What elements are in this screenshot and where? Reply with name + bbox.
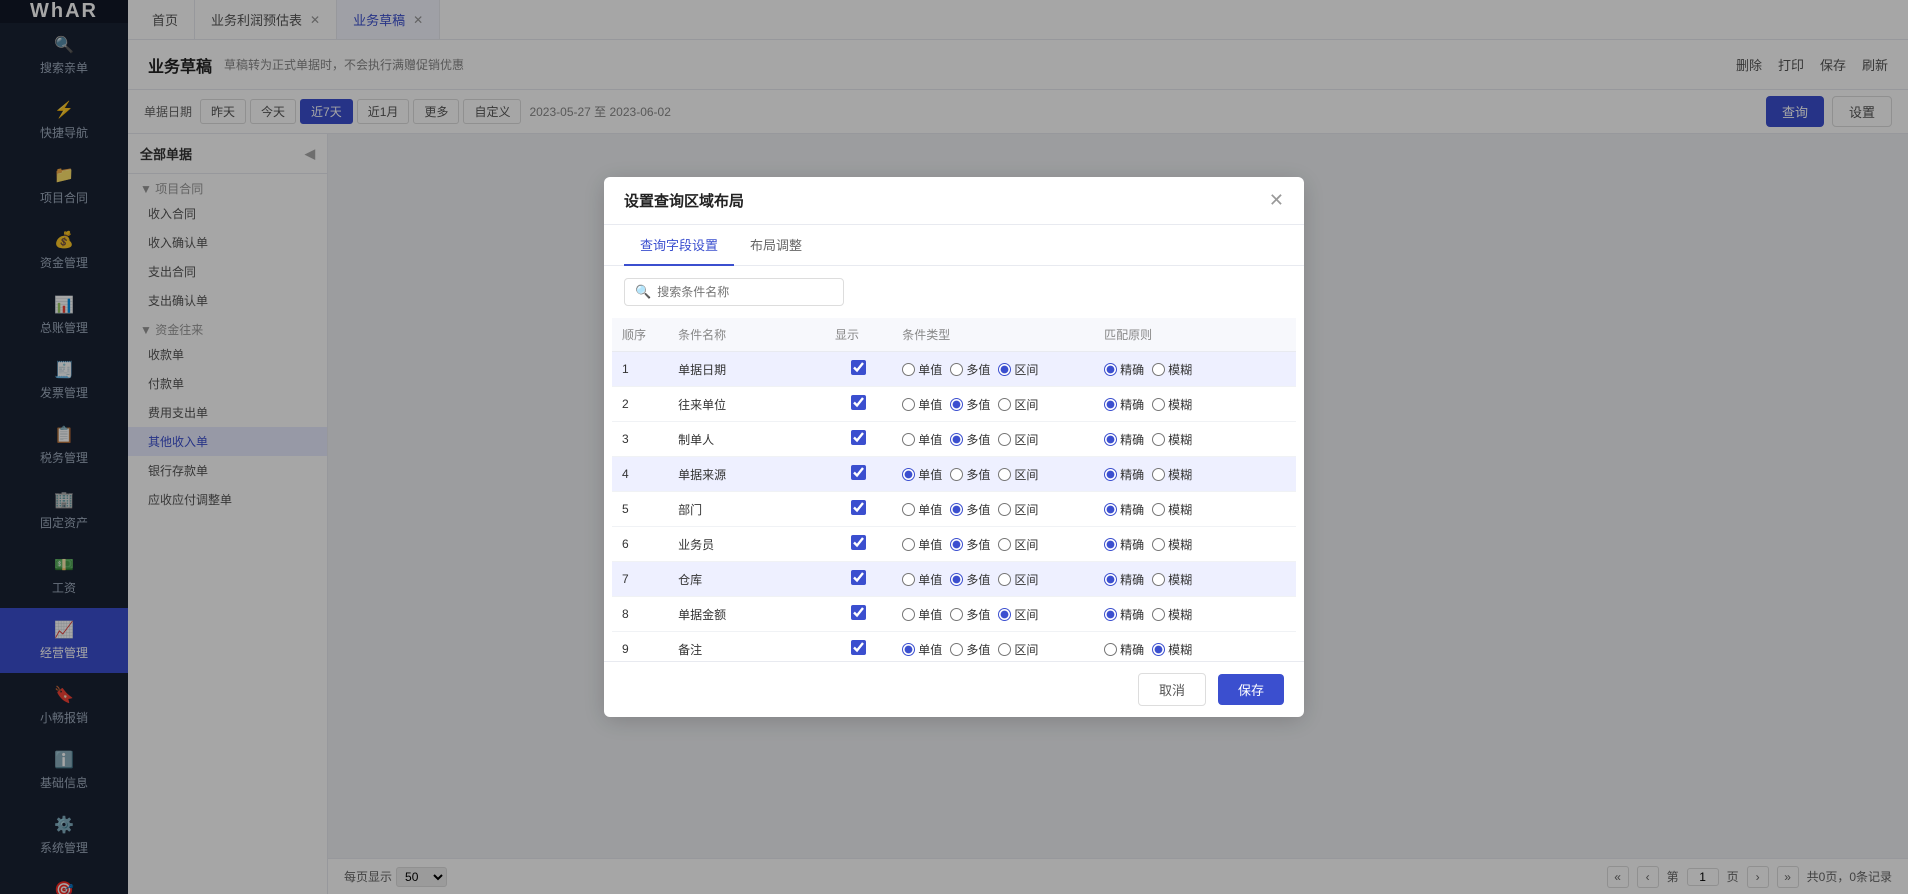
dialog-save-button[interactable]: 保存 (1218, 674, 1284, 705)
cell-type: 单值 多值 区间 (892, 527, 1094, 562)
dialog-table-wrapper: 顺序 条件名称 显示 条件类型 匹配原则 1单据日期 单值 多值 区间 精确 模… (604, 318, 1304, 661)
dialog-title: 设置查询区域布局 (624, 190, 1269, 211)
cell-match: 精确 模糊 (1094, 457, 1296, 492)
show-checkbox[interactable] (851, 640, 866, 655)
cell-match: 精确 模糊 (1094, 562, 1296, 597)
dialog-tabs: 查询字段设置布局调整 (604, 225, 1304, 266)
cell-show[interactable] (825, 632, 892, 662)
cell-show[interactable] (825, 387, 892, 422)
cell-show[interactable] (825, 527, 892, 562)
cell-order: 1 (612, 352, 668, 387)
cell-order: 7 (612, 562, 668, 597)
show-checkbox[interactable] (851, 360, 866, 375)
cell-match: 精确 模糊 (1094, 492, 1296, 527)
cell-name: 业务员 (668, 527, 825, 562)
show-checkbox[interactable] (851, 430, 866, 445)
table-row: 3制单人 单值 多值 区间 精确 模糊 (612, 422, 1296, 457)
cell-order: 2 (612, 387, 668, 422)
cell-order: 6 (612, 527, 668, 562)
cell-match: 精确 模糊 (1094, 597, 1296, 632)
cell-type: 单值 多值 区间 (892, 352, 1094, 387)
cell-name: 往来单位 (668, 387, 825, 422)
cell-order: 4 (612, 457, 668, 492)
search-icon: 🔍 (635, 284, 651, 300)
cell-type: 单值 多值 区间 (892, 597, 1094, 632)
dialog-search-area: 🔍 (604, 266, 1304, 318)
cancel-button[interactable]: 取消 (1138, 673, 1206, 706)
cell-name: 部门 (668, 492, 825, 527)
dialog-close-button[interactable]: ✕ (1269, 190, 1284, 211)
show-checkbox[interactable] (851, 570, 866, 585)
cell-match: 精确 模糊 (1094, 387, 1296, 422)
table-row: 4单据来源 单值 多值 区间 精确 模糊 (612, 457, 1296, 492)
cell-name: 备注 (668, 632, 825, 662)
dialog-tab-布局调整[interactable]: 布局调整 (734, 225, 818, 266)
cell-show[interactable] (825, 562, 892, 597)
show-checkbox[interactable] (851, 395, 866, 410)
cell-show[interactable] (825, 457, 892, 492)
cell-type: 单值 多值 区间 (892, 387, 1094, 422)
dialog-header: 设置查询区域布局 ✕ (604, 177, 1304, 225)
show-checkbox[interactable] (851, 535, 866, 550)
search-input-wrapper: 🔍 (624, 278, 844, 306)
modal-overlay: 设置查询区域布局 ✕ 查询字段设置布局调整 🔍 顺序 条件名称 显示 条件类型 (0, 0, 1908, 894)
cell-match: 精确 模糊 (1094, 352, 1296, 387)
search-input[interactable] (657, 285, 833, 299)
table-row: 5部门 单值 多值 区间 精确 模糊 (612, 492, 1296, 527)
cell-name: 单据日期 (668, 352, 825, 387)
cell-type: 单值 多值 区间 (892, 457, 1094, 492)
table-row: 7仓库 单值 多值 区间 精确 模糊 (612, 562, 1296, 597)
cell-order: 5 (612, 492, 668, 527)
dialog-footer: 取消 保存 (604, 661, 1304, 717)
conditions-table: 顺序 条件名称 显示 条件类型 匹配原则 1单据日期 单值 多值 区间 精确 模… (612, 318, 1296, 661)
table-row: 9备注 单值 多值 区间 精确 模糊 (612, 632, 1296, 662)
cell-order: 9 (612, 632, 668, 662)
cell-match: 精确 模糊 (1094, 632, 1296, 662)
cell-show[interactable] (825, 492, 892, 527)
cell-order: 3 (612, 422, 668, 457)
cell-show[interactable] (825, 597, 892, 632)
cell-name: 制单人 (668, 422, 825, 457)
cell-type: 单值 多值 区间 (892, 562, 1094, 597)
dialog-tab-查询字段设置[interactable]: 查询字段设置 (624, 225, 734, 266)
table-row: 8单据金额 单值 多值 区间 精确 模糊 (612, 597, 1296, 632)
col-header-show: 显示 (825, 318, 892, 352)
cell-show[interactable] (825, 422, 892, 457)
cell-order: 8 (612, 597, 668, 632)
show-checkbox[interactable] (851, 605, 866, 620)
cell-type: 单值 多值 区间 (892, 492, 1094, 527)
cell-match: 精确 模糊 (1094, 422, 1296, 457)
cell-match: 精确 模糊 (1094, 527, 1296, 562)
cell-name: 仓库 (668, 562, 825, 597)
table-row: 1单据日期 单值 多值 区间 精确 模糊 (612, 352, 1296, 387)
settings-dialog: 设置查询区域布局 ✕ 查询字段设置布局调整 🔍 顺序 条件名称 显示 条件类型 (604, 177, 1304, 717)
table-row: 2往来单位 单值 多值 区间 精确 模糊 (612, 387, 1296, 422)
col-header-type: 条件类型 (892, 318, 1094, 352)
show-checkbox[interactable] (851, 500, 866, 515)
cell-type: 单值 多值 区间 (892, 632, 1094, 662)
table-row: 6业务员 单值 多值 区间 精确 模糊 (612, 527, 1296, 562)
show-checkbox[interactable] (851, 465, 866, 480)
cell-name: 单据来源 (668, 457, 825, 492)
col-header-name: 条件名称 (668, 318, 825, 352)
col-header-match: 匹配原则 (1094, 318, 1296, 352)
cell-type: 单值 多值 区间 (892, 422, 1094, 457)
cell-name: 单据金额 (668, 597, 825, 632)
col-header-order: 顺序 (612, 318, 668, 352)
cell-show[interactable] (825, 352, 892, 387)
